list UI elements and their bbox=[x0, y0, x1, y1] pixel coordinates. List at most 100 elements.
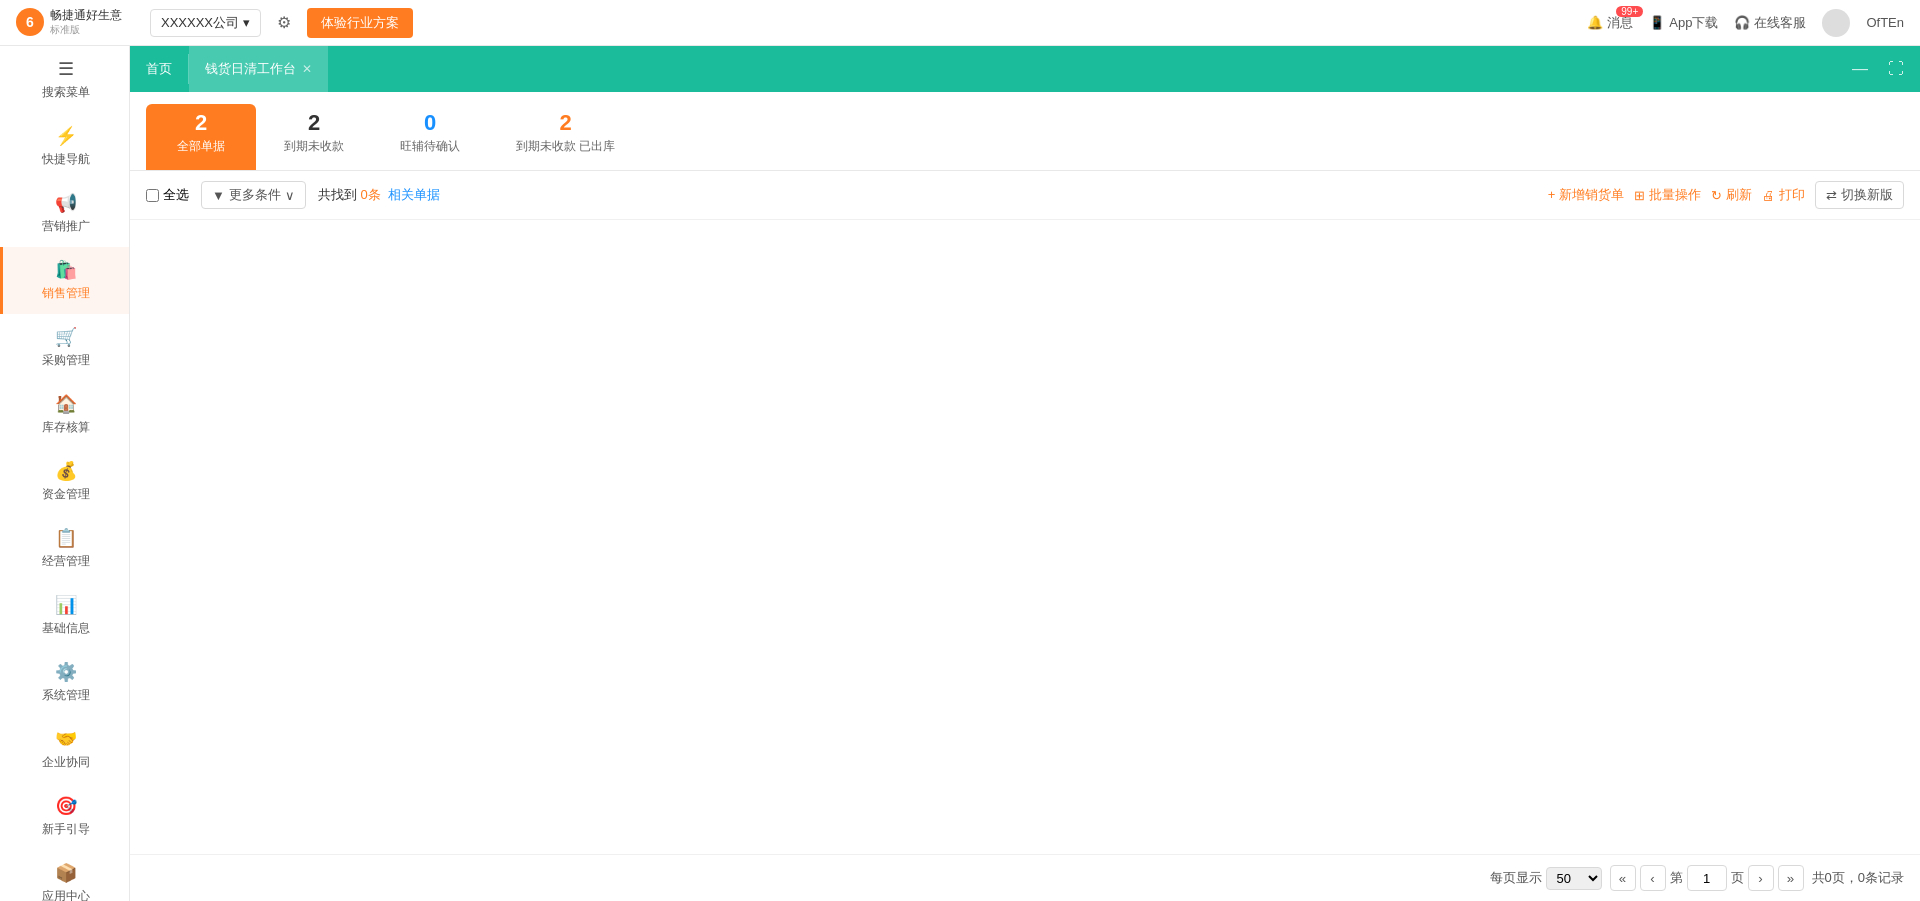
user-name: OfTEn bbox=[1866, 15, 1904, 30]
sidebar-item-sales[interactable]: 🛍️ 销售管理 bbox=[0, 247, 129, 314]
sidebar-item-search[interactable]: ☰ 搜索菜单 bbox=[0, 46, 129, 113]
stat-number-pending: 0 bbox=[424, 112, 436, 134]
page-label: 第 bbox=[1670, 869, 1683, 887]
refresh-icon: ↻ bbox=[1711, 188, 1722, 203]
sidebar-item-operations[interactable]: 📋 经营管理 bbox=[0, 515, 129, 582]
batch-icon: ⊞ bbox=[1634, 188, 1645, 203]
sidebar-item-guide[interactable]: 🎯 新手引导 bbox=[0, 783, 129, 850]
stat-number-all: 2 bbox=[195, 112, 207, 134]
select-all-label: 全选 bbox=[163, 186, 189, 204]
company-name: XXXXXX公司 bbox=[161, 14, 239, 32]
layout: ☰ 搜索菜单 ⚡ 快捷导航 📢 营销推广 🛍️ 销售管理 🛒 采购管理 🏠 库存… bbox=[0, 46, 1920, 901]
stat-label-all: 全部单据 bbox=[177, 138, 225, 155]
filter-icon: ▼ bbox=[212, 188, 225, 203]
sidebar-item-finance[interactable]: 💰 资金管理 bbox=[0, 448, 129, 515]
stat-label-overdue: 到期未收款 bbox=[284, 138, 344, 155]
page-input[interactable] bbox=[1687, 865, 1727, 891]
stat-tab-overdue-out[interactable]: 2 到期未收款 已出库 bbox=[488, 104, 643, 170]
operations-icon: 📋 bbox=[55, 527, 77, 549]
sidebar-label-quick-nav: 快捷导航 bbox=[42, 151, 90, 168]
top-bar-right: 🔔 消息 99+ 📱 App下载 🎧 在线客服 OfTEn bbox=[1587, 9, 1904, 37]
sidebar-label-system: 系统管理 bbox=[42, 687, 90, 704]
sidebar-label-inventory: 库存核算 bbox=[42, 419, 90, 436]
stat-tab-overdue[interactable]: 2 到期未收款 bbox=[256, 104, 372, 170]
sales-icon: 🛍️ bbox=[55, 259, 77, 281]
search-menu-icon: ☰ bbox=[58, 58, 74, 80]
app-download-button[interactable]: 📱 App下载 bbox=[1649, 14, 1718, 32]
headset-icon: 🎧 bbox=[1734, 15, 1750, 30]
print-icon: 🖨 bbox=[1762, 188, 1775, 203]
page-suffix: 页 bbox=[1731, 869, 1744, 887]
last-page-button[interactable]: » bbox=[1778, 865, 1804, 891]
sidebar-item-enterprise[interactable]: 🤝 企业协同 bbox=[0, 716, 129, 783]
guide-icon: 🎯 bbox=[55, 795, 77, 817]
company-selector[interactable]: XXXXXX公司 ▾ bbox=[150, 9, 261, 37]
add-order-button[interactable]: + 新增销货单 bbox=[1548, 186, 1624, 204]
refresh-button[interactable]: ↻ 刷新 bbox=[1711, 186, 1752, 204]
tab-close-icon[interactable]: ✕ bbox=[302, 62, 312, 76]
marketing-icon: 📢 bbox=[55, 192, 77, 214]
quick-nav-icon: ⚡ bbox=[55, 125, 77, 147]
sidebar-item-basic-info[interactable]: 📊 基础信息 bbox=[0, 582, 129, 649]
mobile-icon: 📱 bbox=[1649, 15, 1665, 30]
tab-workbench-label: 钱货日清工作台 bbox=[205, 60, 296, 78]
sidebar-item-purchase[interactable]: 🛒 采购管理 bbox=[0, 314, 129, 381]
toolbar-right: + 新增销货单 ⊞ 批量操作 ↻ 刷新 🖨 打印 ⇄ bbox=[1548, 181, 1904, 209]
logo-title: 畅捷通好生意 bbox=[50, 8, 122, 22]
sidebar-item-system[interactable]: ⚙️ 系统管理 bbox=[0, 649, 129, 716]
switch-icon: ⇄ bbox=[1826, 188, 1837, 203]
batch-operation-button[interactable]: ⊞ 批量操作 bbox=[1634, 186, 1701, 204]
page-total: 共0页，0条记录 bbox=[1812, 869, 1904, 887]
prev-page-button[interactable]: ‹ bbox=[1640, 865, 1666, 891]
found-text: 共找到 0条 相关单据 bbox=[318, 186, 440, 204]
messages-badge: 99+ bbox=[1616, 6, 1643, 17]
inventory-icon: 🏠 bbox=[55, 393, 77, 415]
sidebar-label-basic-info: 基础信息 bbox=[42, 620, 90, 637]
trial-button[interactable]: 体验行业方案 bbox=[307, 8, 413, 38]
sidebar-label-purchase: 采购管理 bbox=[42, 352, 90, 369]
sidebar-label-marketing: 营销推广 bbox=[42, 218, 90, 235]
basic-info-icon: 📊 bbox=[55, 594, 77, 616]
first-page-button[interactable]: « bbox=[1610, 865, 1636, 891]
select-all-checkbox[interactable]: 全选 bbox=[146, 186, 189, 204]
next-page-button[interactable]: › bbox=[1748, 865, 1774, 891]
content-area: 2 全部单据 2 到期未收款 0 旺辅待确认 2 到期未收款 已出库 bbox=[130, 92, 1920, 901]
toolbar-left: 全选 ▼ 更多条件 ∨ 共找到 0条 相关单据 bbox=[146, 181, 1536, 209]
online-service-button[interactable]: 🎧 在线客服 bbox=[1734, 14, 1806, 32]
sidebar-item-marketing[interactable]: 📢 营销推广 bbox=[0, 180, 129, 247]
found-count: 0条 bbox=[361, 187, 381, 202]
tab-workbench[interactable]: 钱货日清工作台 ✕ bbox=[189, 46, 328, 92]
settings-icon[interactable]: ⚙ bbox=[269, 8, 299, 38]
filter-button[interactable]: ▼ 更多条件 ∨ bbox=[201, 181, 306, 209]
print-button[interactable]: 🖨 打印 bbox=[1762, 186, 1805, 204]
tab-home[interactable]: 首页 bbox=[130, 46, 188, 92]
system-icon: ⚙️ bbox=[55, 661, 77, 683]
sidebar-label-finance: 资金管理 bbox=[42, 486, 90, 503]
per-page-select[interactable]: 50 100 200 bbox=[1546, 867, 1602, 890]
avatar[interactable] bbox=[1822, 9, 1850, 37]
stat-tab-pending[interactable]: 0 旺辅待确认 bbox=[372, 104, 488, 170]
sidebar-item-inventory[interactable]: 🏠 库存核算 bbox=[0, 381, 129, 448]
tab-expand-icon[interactable]: ⛶ bbox=[1882, 55, 1910, 83]
logo-area: 6 畅捷通好生意 标准版 bbox=[16, 8, 122, 36]
sidebar-label-guide: 新手引导 bbox=[42, 821, 90, 838]
per-page-label: 每页显示 bbox=[1490, 869, 1542, 887]
stat-number-overdue-out: 2 bbox=[560, 112, 572, 134]
toolbar: 全选 ▼ 更多条件 ∨ 共找到 0条 相关单据 + 新增销货单 bbox=[130, 171, 1920, 220]
select-all-input[interactable] bbox=[146, 189, 159, 202]
sidebar-item-app-center[interactable]: 📦 应用中心 bbox=[0, 850, 129, 901]
sidebar-item-quick-nav[interactable]: ⚡ 快捷导航 bbox=[0, 113, 129, 180]
stats-tabs: 2 全部单据 2 到期未收款 0 旺辅待确认 2 到期未收款 已出库 bbox=[130, 92, 1920, 171]
related-text[interactable]: 相关单据 bbox=[388, 187, 440, 202]
logo-icon: 6 bbox=[16, 8, 44, 36]
chevron-icon: ∨ bbox=[285, 188, 295, 203]
chevron-down-icon: ▾ bbox=[243, 15, 250, 30]
tab-minimize-icon[interactable]: — bbox=[1846, 55, 1874, 83]
messages-button[interactable]: 🔔 消息 99+ bbox=[1587, 14, 1633, 32]
main-content: 首页 钱货日清工作台 ✕ — ⛶ 2 全部单据 2 到期未 bbox=[130, 46, 1920, 901]
enterprise-icon: 🤝 bbox=[55, 728, 77, 750]
switch-new-version-button[interactable]: ⇄ 切换新版 bbox=[1815, 181, 1904, 209]
stat-tab-all[interactable]: 2 全部单据 bbox=[146, 104, 256, 170]
stat-number-overdue: 2 bbox=[308, 112, 320, 134]
bell-icon: 🔔 bbox=[1587, 15, 1603, 30]
